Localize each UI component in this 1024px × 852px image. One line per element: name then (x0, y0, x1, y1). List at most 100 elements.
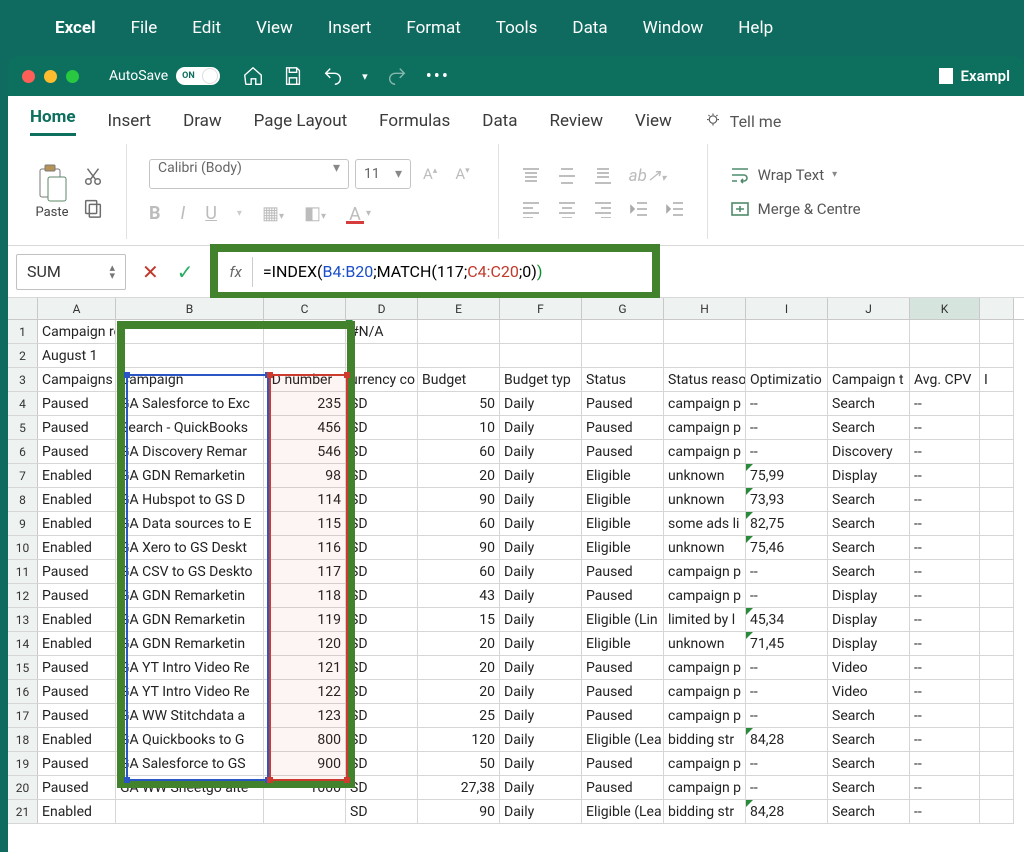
row-header[interactable]: 12 (8, 584, 38, 608)
cell[interactable]: GA Hubspot to GS D (116, 488, 264, 512)
cell[interactable]: -- (910, 680, 980, 704)
cell[interactable]: SD (346, 536, 418, 560)
cell[interactable] (418, 320, 500, 344)
cell[interactable]: urrency co (346, 368, 418, 392)
cell[interactable] (980, 608, 1014, 632)
cell[interactable] (828, 320, 910, 344)
cell[interactable]: 60 (418, 512, 500, 536)
cell[interactable] (980, 704, 1014, 728)
cell[interactable]: Paused (38, 656, 116, 680)
font-name-select[interactable]: Calibri (Body) ▾ (149, 159, 349, 189)
cell[interactable]: 90 (418, 536, 500, 560)
menu-insert[interactable]: Insert (328, 18, 372, 38)
cell[interactable]: campaign p (664, 416, 746, 440)
home-icon[interactable] (242, 65, 264, 87)
cell[interactable]: 50 (418, 392, 500, 416)
tab-review[interactable]: Review (550, 111, 604, 131)
cell[interactable]: SD (346, 512, 418, 536)
cell[interactable]: Paused (582, 680, 664, 704)
cell[interactable] (980, 344, 1014, 368)
cell[interactable]: August 1 (38, 344, 116, 368)
row-header[interactable]: 13 (8, 608, 38, 632)
cell[interactable] (980, 728, 1014, 752)
cell[interactable]: 27,38 (418, 776, 500, 800)
cell[interactable]: GA Discovery Remar (116, 440, 264, 464)
undo-icon[interactable] (322, 65, 344, 87)
cut-icon[interactable] (82, 165, 104, 187)
cell[interactable]: Daily (500, 632, 582, 656)
zoom-window-button[interactable] (66, 70, 79, 83)
cell[interactable]: 90 (418, 488, 500, 512)
cell[interactable] (500, 344, 582, 368)
cell[interactable] (980, 416, 1014, 440)
cancel-formula-icon[interactable]: ✕ (142, 260, 159, 284)
cell[interactable]: Video (828, 656, 910, 680)
cell[interactable] (582, 344, 664, 368)
row-header[interactable]: 2 (8, 344, 38, 368)
cell[interactable]: -- (910, 728, 980, 752)
cell[interactable]: Eligible (Lin (582, 608, 664, 632)
cell[interactable]: Display (828, 464, 910, 488)
tell-me-search[interactable]: Tell me (704, 112, 782, 131)
col-header-K[interactable]: K (910, 298, 980, 319)
cell[interactable]: 82,75 (746, 512, 828, 536)
cell[interactable]: -- (910, 512, 980, 536)
cell[interactable]: 119 (264, 608, 346, 632)
cell[interactable]: Search (828, 800, 910, 824)
fill-color-button[interactable]: ◧▾ (304, 203, 326, 224)
align-right-icon[interactable] (593, 200, 613, 218)
row-header[interactable]: 19 (8, 752, 38, 776)
cell[interactable]: Eligible (582, 536, 664, 560)
cell[interactable] (980, 752, 1014, 776)
cell[interactable]: -- (910, 488, 980, 512)
row-header[interactable]: 17 (8, 704, 38, 728)
cell[interactable] (264, 320, 346, 344)
menu-tools[interactable]: Tools (496, 18, 538, 38)
cell[interactable] (910, 344, 980, 368)
cell[interactable]: Daily (500, 704, 582, 728)
row-header[interactable]: 18 (8, 728, 38, 752)
cell[interactable]: Search (828, 704, 910, 728)
cell[interactable]: -- (910, 632, 980, 656)
row-header[interactable]: 20 (8, 776, 38, 800)
cell[interactable]: -- (910, 392, 980, 416)
cell[interactable]: Display (828, 584, 910, 608)
undo-dropdown-icon[interactable]: ▾ (362, 70, 368, 83)
cell[interactable] (746, 344, 828, 368)
cell[interactable]: Search (828, 536, 910, 560)
cell[interactable]: 118 (264, 584, 346, 608)
cell[interactable]: Eligible (582, 464, 664, 488)
align-middle-icon[interactable] (557, 167, 577, 185)
cell[interactable]: SD (346, 584, 418, 608)
cell[interactable]: Daily (500, 560, 582, 584)
cell[interactable]: GA Salesforce to GS (116, 752, 264, 776)
cell[interactable]: campaign p (664, 584, 746, 608)
cell[interactable]: 84,28 (746, 800, 828, 824)
cell[interactable]: Daily (500, 488, 582, 512)
cell[interactable]: SD (346, 488, 418, 512)
cell[interactable]: Paused (38, 560, 116, 584)
decrease-font-icon[interactable]: A▾ (449, 165, 475, 183)
cell[interactable]: 75,99 (746, 464, 828, 488)
cell[interactable]: GA GDN Remarketin (116, 584, 264, 608)
cell[interactable]: -- (910, 536, 980, 560)
cell[interactable]: unknown (664, 536, 746, 560)
row-header[interactable]: 10 (8, 536, 38, 560)
cell[interactable]: -- (746, 440, 828, 464)
wrap-text-button[interactable]: Wrap Text▾ (730, 166, 861, 184)
col-header-H[interactable]: H (664, 298, 746, 319)
cell[interactable]: Daily (500, 536, 582, 560)
cell[interactable] (980, 536, 1014, 560)
merge-centre-button[interactable]: Merge & Centre (730, 200, 861, 218)
decrease-indent-icon[interactable] (629, 200, 649, 218)
row-header[interactable]: 7 (8, 464, 38, 488)
cell[interactable]: Paused (38, 392, 116, 416)
cell[interactable]: 45,34 (746, 608, 828, 632)
cell[interactable]: -- (910, 560, 980, 584)
cell[interactable]: Campaign report (38, 320, 116, 344)
cell[interactable]: 122 (264, 680, 346, 704)
cell[interactable]: Enabled (38, 536, 116, 560)
cell[interactable]: ID number (264, 368, 346, 392)
copy-icon[interactable] (82, 197, 104, 219)
cell[interactable]: -- (910, 752, 980, 776)
